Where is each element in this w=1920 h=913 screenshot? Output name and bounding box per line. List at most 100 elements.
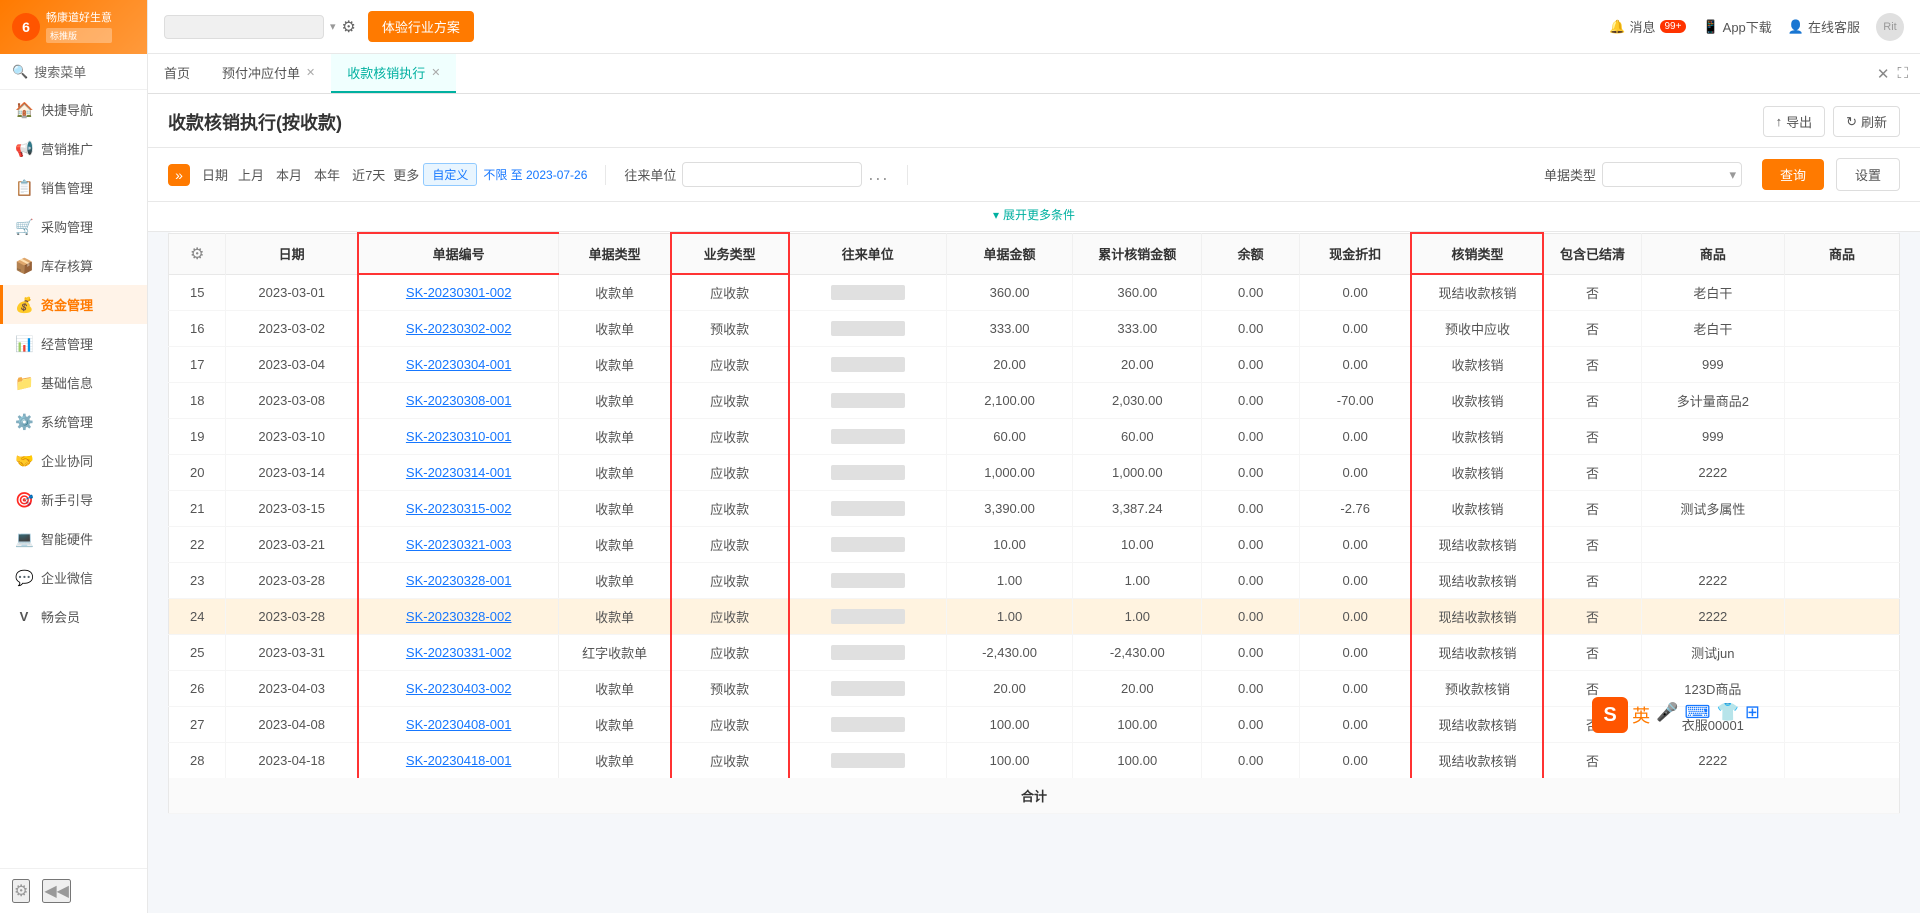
doc-no-link[interactable]: SK-20230331-002 xyxy=(406,645,512,660)
partner-input[interactable] xyxy=(682,162,862,187)
cell-num: 18 xyxy=(169,383,226,419)
sidebar-item-purchase[interactable]: 🛒 采购管理 xyxy=(0,207,147,246)
col-verify-type: 核销类型 xyxy=(1411,233,1543,274)
cell-discount: 0.00 xyxy=(1299,707,1411,743)
sidebar-item-operations[interactable]: 📊 经营管理 xyxy=(0,324,147,363)
maximize-tab-button[interactable]: ⛶ xyxy=(1897,65,1908,82)
cell-num: 25 xyxy=(169,635,226,671)
doc-no-link[interactable]: SK-20230302-002 xyxy=(406,321,512,336)
sidebar-item-newbie[interactable]: 🎯 新手引导 xyxy=(0,480,147,519)
cell-num: 15 xyxy=(169,274,226,311)
date-this-year[interactable]: 本年 xyxy=(310,163,344,186)
cell-doc-type: 收款单 xyxy=(559,274,671,311)
partner-filter-group: 往来单位 ... xyxy=(624,162,889,187)
solution-button[interactable]: 体验行业方案 xyxy=(368,11,474,42)
tab-prepay-close[interactable]: ✕ xyxy=(306,66,315,79)
cell-balance: 0.00 xyxy=(1202,274,1300,311)
doc-no-link[interactable]: SK-20230315-002 xyxy=(406,501,512,516)
cell-date: 2023-04-18 xyxy=(226,743,358,779)
sidebar-nav: 🏠 快捷导航 📢 营销推广 📋 销售管理 🛒 采购管理 📦 库存核算 💰 资金管… xyxy=(0,90,147,868)
search-icon: 🔍 xyxy=(12,64,28,80)
cell-verify-type: 收款核销 xyxy=(1411,419,1543,455)
export-button[interactable]: ↑ 导出 xyxy=(1763,106,1826,137)
doc-no-link[interactable]: SK-20230304-001 xyxy=(406,357,512,372)
date-last-month[interactable]: 上月 xyxy=(234,163,268,186)
date-this-month[interactable]: 本月 xyxy=(272,163,306,186)
voucher-type-select[interactable] xyxy=(1602,162,1742,187)
date-more-link[interactable]: 更多 xyxy=(393,165,419,184)
sidebar-item-sales[interactable]: 📋 销售管理 xyxy=(0,168,147,207)
filter-settings-button[interactable]: 设置 xyxy=(1836,158,1900,191)
sidebar-item-quicknav[interactable]: 🏠 快捷导航 xyxy=(0,90,147,129)
date-7days[interactable]: 近7天 xyxy=(348,163,389,186)
cell-partner: ████████ xyxy=(789,311,947,347)
cell-product-1: 123D商品 xyxy=(1641,671,1785,707)
sidebar-search-label: 搜索菜单 xyxy=(34,62,86,81)
doc-no-link[interactable]: SK-20230310-001 xyxy=(406,429,512,444)
doc-no-link[interactable]: SK-20230408-001 xyxy=(406,717,512,732)
tab-collection-close[interactable]: ✕ xyxy=(431,66,440,79)
tab-collection[interactable]: 收款核销执行 ✕ xyxy=(331,54,456,93)
topbar-brand: ▾ ⚙ xyxy=(164,15,356,39)
col-settings[interactable]: ⚙ xyxy=(169,233,226,274)
doc-no-link[interactable]: SK-20230328-002 xyxy=(406,609,512,624)
cell-balance: 0.00 xyxy=(1202,563,1300,599)
sidebar-item-label: 新手引导 xyxy=(41,490,93,509)
sidebar-item-system[interactable]: ⚙️ 系统管理 xyxy=(0,402,147,441)
col-discount: 现金折扣 xyxy=(1299,233,1411,274)
filter-toggle-button[interactable]: » xyxy=(168,164,190,186)
expand-more-button[interactable]: ▾ 展开更多条件 xyxy=(993,206,1075,223)
doc-no-link[interactable]: SK-20230301-002 xyxy=(406,285,512,300)
cell-verify-type: 收款核销 xyxy=(1411,347,1543,383)
page-header-top: 收款核销执行(按收款) ↑ 导出 ↻ 刷新 xyxy=(168,106,1900,137)
query-button[interactable]: 查询 xyxy=(1762,159,1824,190)
partner-dots-button[interactable]: ... xyxy=(868,164,889,185)
sidebar-item-basic[interactable]: 📁 基础信息 xyxy=(0,363,147,402)
cell-doc-no: SK-20230418-001 xyxy=(358,743,559,779)
tab-prepay[interactable]: 预付冲应付单 ✕ xyxy=(206,54,331,93)
logo-icon: 6 xyxy=(12,13,40,41)
cell-verified: -2,430.00 xyxy=(1073,635,1202,671)
doc-no-link[interactable]: SK-20230314-001 xyxy=(406,465,512,480)
settings-button[interactable]: ⚙ xyxy=(12,879,30,903)
cell-num: 20 xyxy=(169,455,226,491)
cell-biz-type: 应收款 xyxy=(671,527,789,563)
message-item[interactable]: 🔔 消息 99+ xyxy=(1609,17,1686,36)
logo-title: 畅康道好生意 xyxy=(46,11,112,25)
tab-home[interactable]: 首页 xyxy=(148,54,206,93)
sidebar-item-marketing[interactable]: 📢 营销推广 xyxy=(0,129,147,168)
topbar-search-input[interactable] xyxy=(164,15,324,39)
cell-balance: 0.00 xyxy=(1202,707,1300,743)
topbar-gear-icon[interactable]: ⚙ xyxy=(342,17,356,37)
home-icon: 🏠 xyxy=(15,101,33,119)
cell-amount: 100.00 xyxy=(946,707,1072,743)
user-avatar[interactable]: Rit xyxy=(1876,13,1904,41)
close-tab-button[interactable]: ✕ xyxy=(1877,65,1890,83)
cell-doc-type: 收款单 xyxy=(559,599,671,635)
cell-product-1: 999 xyxy=(1641,347,1785,383)
refresh-button[interactable]: ↻ 刷新 xyxy=(1833,106,1900,137)
custom-date-button[interactable]: 自定义 xyxy=(423,163,477,186)
sidebar-item-hardware[interactable]: 💻 智能硬件 xyxy=(0,519,147,558)
online-service-item[interactable]: 👤 在线客服 xyxy=(1788,17,1860,36)
sidebar-item-wechat[interactable]: 💬 企业微信 xyxy=(0,558,147,597)
doc-no-link[interactable]: SK-20230321-003 xyxy=(406,537,512,552)
doc-no-link[interactable]: SK-20230328-001 xyxy=(406,573,512,588)
cell-balance: 0.00 xyxy=(1202,347,1300,383)
sidebar-search-item[interactable]: 🔍 搜索菜单 xyxy=(0,54,147,90)
collapse-sidebar-button[interactable]: ◀◀ xyxy=(42,879,71,903)
sidebar-item-inventory[interactable]: 📦 库存核算 xyxy=(0,246,147,285)
doc-no-link[interactable]: SK-20230418-001 xyxy=(406,753,512,768)
cell-discount: 0.00 xyxy=(1299,599,1411,635)
cell-discount: 0.00 xyxy=(1299,419,1411,455)
total-label: 合计 xyxy=(169,778,1900,814)
sidebar-item-finance[interactable]: 💰 资金管理 xyxy=(0,285,147,324)
doc-no-link[interactable]: SK-20230403-002 xyxy=(406,681,512,696)
sidebar-item-enterprise[interactable]: 🤝 企业协同 xyxy=(0,441,147,480)
sidebar-item-member[interactable]: V 畅会员 xyxy=(0,597,147,636)
table-settings-icon[interactable]: ⚙ xyxy=(190,244,204,264)
cell-verified: 3,387.24 xyxy=(1073,491,1202,527)
doc-no-link[interactable]: SK-20230308-001 xyxy=(406,393,512,408)
sidebar-item-label: 系统管理 xyxy=(41,412,93,431)
app-download-item[interactable]: 📱 App下载 xyxy=(1702,17,1771,36)
